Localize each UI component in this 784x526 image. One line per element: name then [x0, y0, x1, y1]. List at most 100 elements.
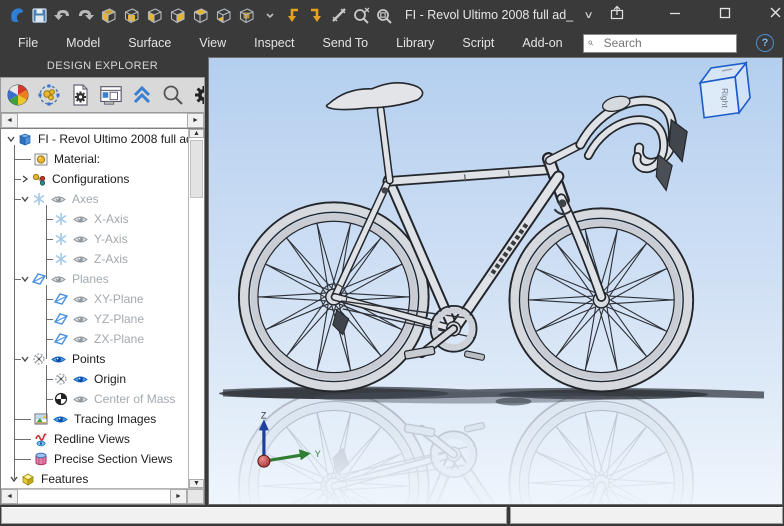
undo-icon[interactable]	[52, 3, 73, 27]
visibility-eye-icon[interactable]	[50, 193, 67, 205]
reflection-fade	[209, 392, 782, 504]
visibility-eye-icon[interactable]	[50, 353, 67, 365]
scroll-up-icon[interactable]: ▲	[189, 129, 204, 138]
app-logo-icon[interactable]	[6, 3, 27, 27]
plane-icon	[52, 331, 69, 347]
menu-add-on[interactable]: Add-on	[508, 32, 576, 54]
tree-item-center-of-mass[interactable]: Center of Mass	[1, 389, 188, 409]
tree-horizontal-scrollbar[interactable]: ◄ ►	[1, 488, 204, 504]
tree-item-xy-plane[interactable]: XY-Plane	[1, 289, 188, 309]
scroll-left-icon[interactable]: ◄	[1, 113, 18, 128]
menu-surface[interactable]: Surface	[114, 32, 185, 54]
menu-script[interactable]: Script	[448, 32, 508, 54]
settings-gear-icon[interactable]	[192, 82, 205, 108]
view-front-cube-icon[interactable]	[98, 3, 119, 27]
document-settings-icon[interactable]	[68, 82, 92, 108]
tree-connector	[15, 199, 21, 200]
tree-item-label: Planes	[72, 272, 109, 286]
save-icon[interactable]	[29, 3, 50, 27]
tree-item-x-axis[interactable]: X-Axis	[1, 209, 188, 229]
visibility-eye-icon[interactable]	[72, 313, 89, 325]
model-viewport[interactable]: Z Y Right	[208, 57, 783, 505]
viewport-canvas[interactable]: Z Y Right	[209, 58, 782, 504]
tree-item-yz-plane[interactable]: YZ-Plane	[1, 309, 188, 329]
tree-item-label: Points	[72, 352, 105, 366]
document-dropdown-chevron-icon[interactable]: ∨	[584, 10, 594, 21]
axis-icon	[52, 211, 69, 227]
scrollbar-track[interactable]	[18, 489, 170, 504]
scroll-right-icon[interactable]: ►	[170, 489, 187, 504]
tree-connector	[15, 439, 31, 440]
tree-item-points[interactable]: Points	[1, 349, 188, 369]
visibility-eye-icon[interactable]	[72, 333, 89, 345]
menu-view[interactable]: View	[185, 32, 240, 54]
tree-item-axes[interactable]: Axes	[1, 189, 188, 209]
close-button[interactable]	[750, 0, 784, 30]
scroll-right-icon[interactable]: ►	[187, 113, 204, 128]
visibility-eye-icon[interactable]	[72, 233, 89, 245]
tree-item-label: Origin	[94, 372, 126, 386]
minimize-button[interactable]	[650, 0, 700, 30]
view-right-cube-icon[interactable]	[167, 3, 188, 27]
next-view-icon[interactable]	[305, 3, 326, 27]
zoom-fit-icon[interactable]	[374, 3, 395, 27]
view-left-cube-icon[interactable]	[144, 3, 165, 27]
search-tree-icon[interactable]	[161, 82, 185, 108]
previous-view-icon[interactable]	[282, 3, 303, 27]
tree-connector	[15, 159, 31, 160]
tree-item-label: Redline Views	[54, 432, 130, 446]
select-configuration-icon[interactable]	[37, 82, 61, 108]
redo-icon[interactable]	[75, 3, 96, 27]
visibility-eye-icon[interactable]	[50, 273, 67, 285]
search-input[interactable]	[583, 34, 737, 53]
color-properties-icon[interactable]	[6, 82, 30, 108]
tree-item-zx-plane[interactable]: ZX-Plane	[1, 329, 188, 349]
expand-toolbar-button[interactable]	[592, 0, 642, 30]
view-bottom-cube-icon[interactable]	[213, 3, 234, 27]
view-back-cube-icon[interactable]	[121, 3, 142, 27]
zoom-window-icon[interactable]	[351, 3, 372, 27]
redline-icon	[32, 431, 49, 447]
view-top-cube-icon[interactable]	[190, 3, 211, 27]
help-button[interactable]: ?	[756, 34, 774, 52]
axis-icon	[52, 251, 69, 267]
tree-item-features[interactable]: Features	[1, 469, 188, 488]
collapse-chevron-icon[interactable]	[5, 134, 16, 145]
expand-toolbar-icon	[609, 5, 625, 26]
menu-library[interactable]: Library	[382, 32, 448, 54]
tree-item-planes[interactable]: Planes	[1, 269, 188, 289]
tree-item-y-axis[interactable]: Y-Axis	[1, 229, 188, 249]
tree-item-label: Z-Axis	[94, 252, 128, 266]
tree-item-z-axis[interactable]: Z-Axis	[1, 249, 188, 269]
menu-model[interactable]: Model	[52, 32, 114, 54]
toolbar-horizontal-scrollbar[interactable]: ◄ ►	[0, 112, 205, 128]
tree-vertical-scrollbar[interactable]: ▲ ▼	[188, 129, 204, 488]
measure-icon[interactable]	[328, 3, 349, 27]
tree-item-origin[interactable]: Origin	[1, 369, 188, 389]
visibility-eye-icon[interactable]	[52, 413, 69, 425]
visibility-eye-icon[interactable]	[72, 373, 89, 385]
views-dropdown-chevron-icon[interactable]	[259, 3, 280, 27]
visibility-eye-icon[interactable]	[72, 213, 89, 225]
menu-file[interactable]: File	[4, 32, 52, 54]
search-box: ⌕	[583, 34, 737, 53]
panel-layout-icon[interactable]	[99, 82, 123, 108]
tree-item-configurations[interactable]: Configurations	[1, 169, 188, 189]
collapse-all-icon[interactable]	[130, 82, 154, 108]
scroll-down-icon[interactable]: ▼	[189, 479, 204, 488]
maximize-button[interactable]	[700, 0, 750, 30]
tree-item-fi-revol-ultimo-2008-full-ad[interactable]: FI - Revol Ultimo 2008 full ad_	[1, 129, 188, 149]
axis-icon	[52, 231, 69, 247]
tree-connector	[47, 239, 53, 240]
visibility-eye-icon[interactable]	[72, 393, 89, 405]
visibility-eye-icon[interactable]	[72, 293, 89, 305]
visibility-eye-icon[interactable]	[72, 253, 89, 265]
menu-send-to[interactable]: Send To	[308, 32, 382, 54]
menu-inspect[interactable]: Inspect	[240, 32, 308, 54]
view-cube-face-label[interactable]: Right	[720, 88, 730, 108]
scrollbar-track[interactable]	[189, 138, 204, 479]
scroll-left-icon[interactable]: ◄	[1, 489, 18, 504]
scrollbar-track[interactable]	[18, 113, 187, 128]
scrollbar-thumb[interactable]	[190, 140, 203, 198]
view-iso-cube-icon[interactable]	[236, 3, 257, 27]
